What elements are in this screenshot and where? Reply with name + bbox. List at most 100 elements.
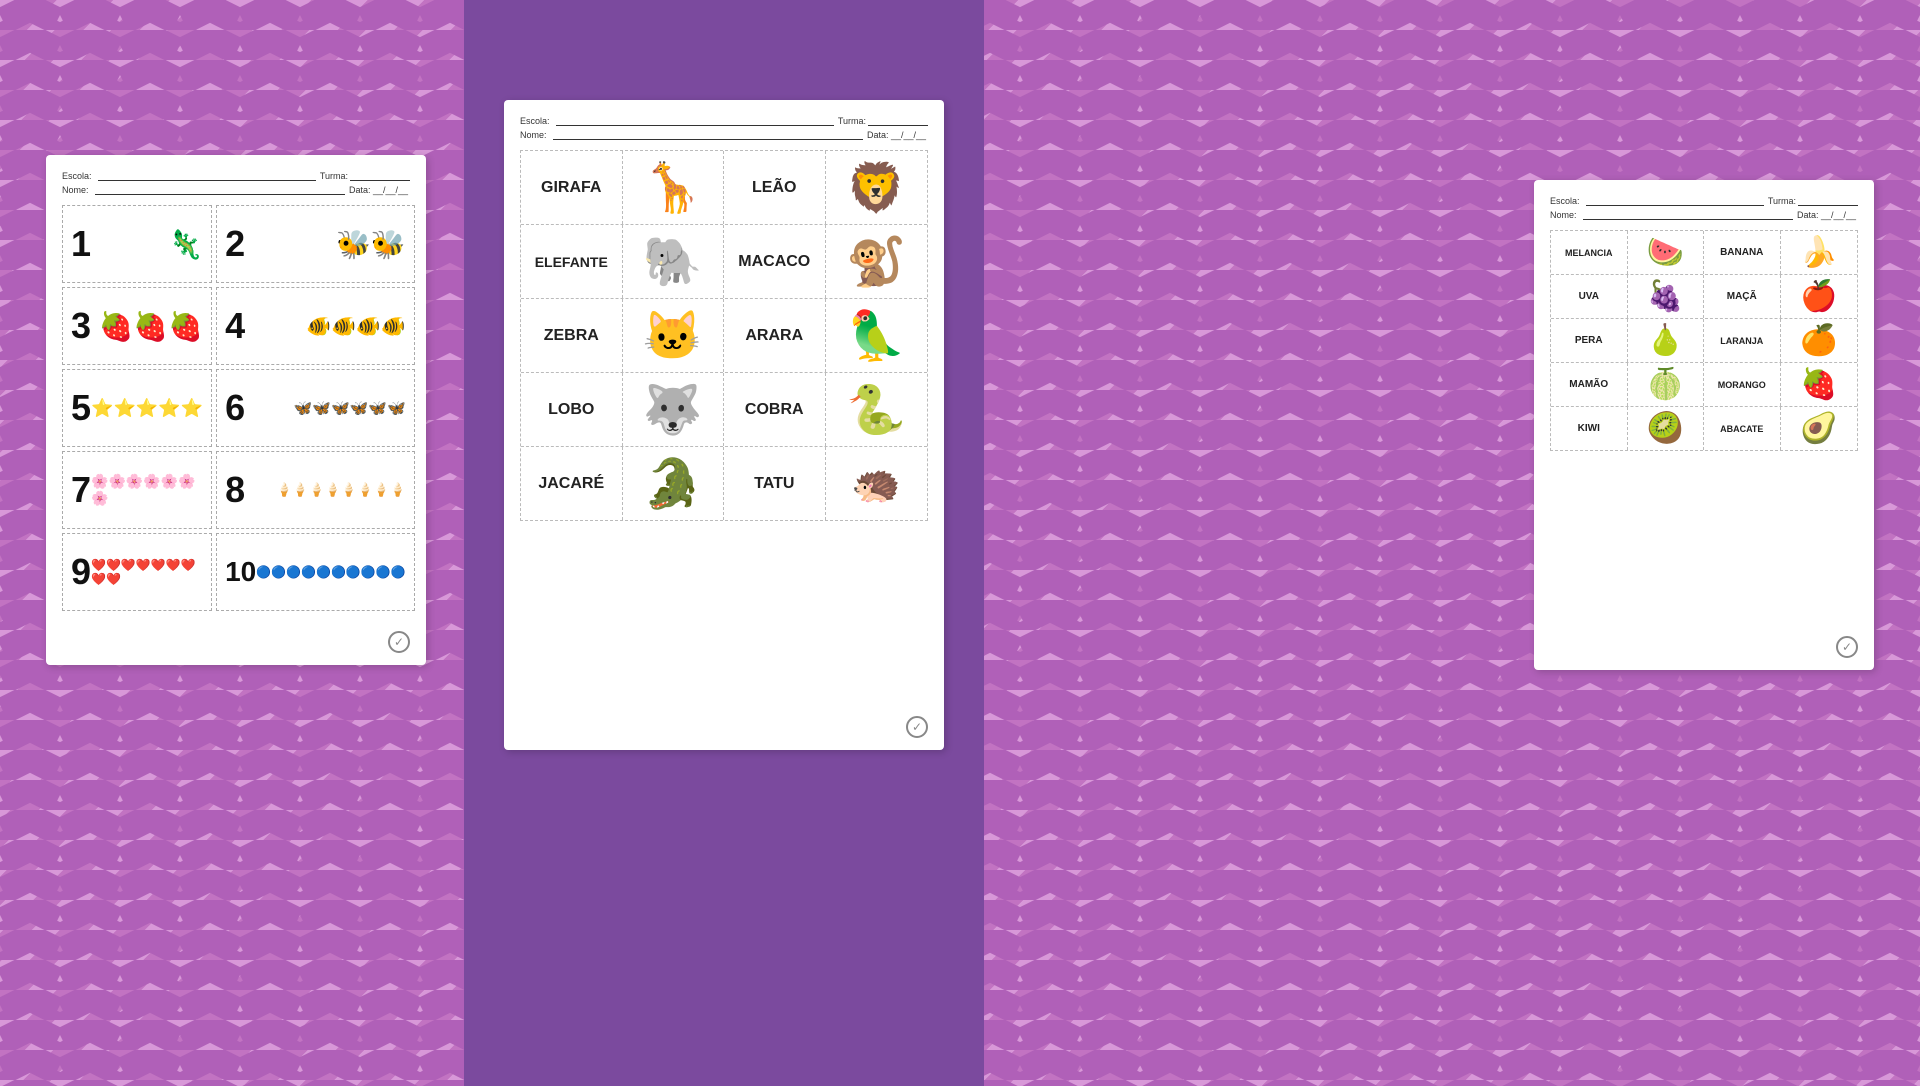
number-10: 10 xyxy=(225,556,256,588)
nome-row-c: Nome: Data: __/__/__ xyxy=(520,130,928,140)
fruit-row-1: MELANCIA 🍉 BANANA 🍌 xyxy=(1551,231,1857,275)
escola-row-c: Escola: Turma: xyxy=(520,116,928,126)
escola-label: Escola: xyxy=(62,171,92,181)
fruit-name-banana: BANANA xyxy=(1704,231,1781,274)
escola-label-r: Escola: xyxy=(1550,196,1580,206)
fruit-name-laranja: LARANJA xyxy=(1704,319,1781,362)
number-4: 4 xyxy=(225,305,245,347)
animals-grid: GIRAFA 🦒 LEÃO 🦁 ELEFANTE 🐘 MACACO xyxy=(520,150,928,521)
nome-line-c xyxy=(553,130,863,140)
animal-name-cobra: COBRA xyxy=(724,373,826,446)
fruit-img-banana: 🍌 xyxy=(1781,231,1858,274)
number-cell-1: 1 🦎 xyxy=(62,205,212,283)
number-cell-7: 7 🌸🌸🌸🌸🌸🌸🌸 xyxy=(62,451,212,529)
escola-row-r: Escola: Turma: xyxy=(1550,196,1858,206)
fruit-name-kiwi: KIWI xyxy=(1551,407,1628,450)
fruit-img-laranja: 🍊 xyxy=(1781,319,1858,362)
form-header-center: Escola: Turma: Nome: Data: __/__/__ xyxy=(520,116,928,140)
number-cell-9: 9 ❤️❤️❤️❤️❤️❤️❤️❤️❤️ xyxy=(62,533,212,611)
turma-line-c xyxy=(868,116,928,126)
watermark-center: ✓ xyxy=(906,716,928,738)
emoji-3: 🍓🍓🍓 xyxy=(99,310,204,343)
watermark-right: ✓ xyxy=(1836,636,1858,658)
emoji-1: 🦎 xyxy=(168,228,203,261)
data-label: Data: __/__/__ xyxy=(349,185,408,195)
fruit-img-melancia: 🍉 xyxy=(1628,231,1705,274)
fruit-name-mamao: MAMÃO xyxy=(1551,363,1628,406)
escola-line-r xyxy=(1586,196,1764,206)
animal-img-elefante: 🐘 xyxy=(623,225,725,298)
animal-img-lobo: 🐺 xyxy=(623,373,725,446)
animal-img-macaco: 🐒 xyxy=(826,225,928,298)
data-label-r: Data: __/__/__ xyxy=(1797,210,1856,220)
animal-img-tatu: 🦔 xyxy=(826,447,928,520)
escola-line xyxy=(98,171,316,181)
animal-row-1: GIRAFA 🦒 LEÃO 🦁 xyxy=(521,151,927,225)
animal-img-leao: 🦁 xyxy=(826,151,928,224)
animal-name-tatu: TATU xyxy=(724,447,826,520)
fruit-img-maca: 🍎 xyxy=(1781,275,1858,318)
emoji-8: 🍦🍦🍦🍦🍦🍦🍦🍦 xyxy=(276,482,406,498)
number-cell-10: 10 🔵🔵🔵🔵🔵🔵🔵🔵🔵🔵 xyxy=(216,533,415,611)
nome-label: Nome: xyxy=(62,185,89,195)
number-cell-4: 4 🐠🐠🐠🐠 xyxy=(216,287,415,365)
fruit-name-abacate: ABACATE xyxy=(1704,407,1781,450)
animal-img-cobra: 🐍 xyxy=(826,373,928,446)
fruit-img-mamao: 🍈 xyxy=(1628,363,1705,406)
animal-name-arara: ARARA xyxy=(724,299,826,372)
numbers-worksheet: Escola: Turma: Nome: Data: __/__/__ 1 🦎 … xyxy=(46,155,426,665)
number-9: 9 xyxy=(71,551,91,593)
animal-row-5: JACARÉ 🐊 TATU 🦔 xyxy=(521,447,927,520)
turma-label-c: Turma: xyxy=(838,116,866,126)
fruit-name-morango: MORANGO xyxy=(1704,363,1781,406)
nome-label-r: Nome: xyxy=(1550,210,1577,220)
animal-img-girafa: 🦒 xyxy=(623,151,725,224)
watermark-left: ✓ xyxy=(388,631,410,653)
number-6: 6 xyxy=(225,387,245,429)
number-3: 3 xyxy=(71,305,91,347)
fruit-row-2: UVA 🍇 MAÇÃ 🍎 xyxy=(1551,275,1857,319)
number-cell-8: 8 🍦🍦🍦🍦🍦🍦🍦🍦 xyxy=(216,451,415,529)
animal-img-jacare: 🐊 xyxy=(623,447,725,520)
emoji-5: ⭐⭐⭐⭐⭐ xyxy=(91,398,203,419)
animal-name-jacare: JACARÉ xyxy=(521,447,623,520)
animal-name-leao: LEÃO xyxy=(724,151,826,224)
animal-name-girafa: GIRAFA xyxy=(521,151,623,224)
fruit-row-3: PERA 🍐 LARANJA 🍊 xyxy=(1551,319,1857,363)
animal-name-elefante: ELEFANTE xyxy=(521,225,623,298)
emoji-4: 🐠🐠🐠🐠 xyxy=(306,314,406,339)
fruit-row-5: KIWI 🥝 ABACATE 🥑 xyxy=(1551,407,1857,450)
data-label-c: Data: __/__/__ xyxy=(867,130,926,140)
number-cell-6: 6 🦋🦋🦋🦋🦋🦋 xyxy=(216,369,415,447)
escola-label-c: Escola: xyxy=(520,116,550,126)
fruit-name-maca: MAÇÃ xyxy=(1704,275,1781,318)
nome-line xyxy=(95,185,345,195)
number-8: 8 xyxy=(225,469,245,511)
fruit-img-abacate: 🥑 xyxy=(1781,407,1858,450)
nome-row-r: Nome: Data: __/__/__ xyxy=(1550,210,1858,220)
fruit-img-kiwi: 🥝 xyxy=(1628,407,1705,450)
emoji-7: 🌸🌸🌸🌸🌸🌸🌸 xyxy=(91,473,203,507)
nome-label-c: Nome: xyxy=(520,130,547,140)
nome-row: Nome: Data: __/__/__ xyxy=(62,185,410,195)
animal-row-4: LOBO 🐺 COBRA 🐍 xyxy=(521,373,927,447)
animal-name-macaco: MACACO xyxy=(724,225,826,298)
turma-label: Turma: xyxy=(320,171,348,181)
fruit-img-pera: 🍐 xyxy=(1628,319,1705,362)
turma-line-r xyxy=(1798,196,1858,206)
number-cell-5: 5 ⭐⭐⭐⭐⭐ xyxy=(62,369,212,447)
animal-img-zebra: 🐱 xyxy=(623,299,725,372)
fruit-img-uva: 🍇 xyxy=(1628,275,1705,318)
animal-row-3: ZEBRA 🐱 ARARA 🦜 xyxy=(521,299,927,373)
fruit-name-pera: PERA xyxy=(1551,319,1628,362)
numbers-grid: 1 🦎 2 🐝🐝 3 🍓🍓🍓 4 🐠🐠🐠🐠 5 ⭐⭐⭐⭐⭐ 6 🦋🦋🦋🦋🦋🦋 xyxy=(62,205,410,611)
animal-name-lobo: LOBO xyxy=(521,373,623,446)
turma-label-r: Turma: xyxy=(1768,196,1796,206)
number-cell-3: 3 🍓🍓🍓 xyxy=(62,287,212,365)
number-2: 2 xyxy=(225,223,245,265)
emoji-2: 🐝🐝 xyxy=(336,228,406,261)
emoji-9: ❤️❤️❤️❤️❤️❤️❤️❤️❤️ xyxy=(91,558,203,586)
animals-worksheet: Escola: Turma: Nome: Data: __/__/__ GIRA… xyxy=(504,100,944,750)
number-5: 5 xyxy=(71,387,91,429)
animal-row-2: ELEFANTE 🐘 MACACO 🐒 xyxy=(521,225,927,299)
